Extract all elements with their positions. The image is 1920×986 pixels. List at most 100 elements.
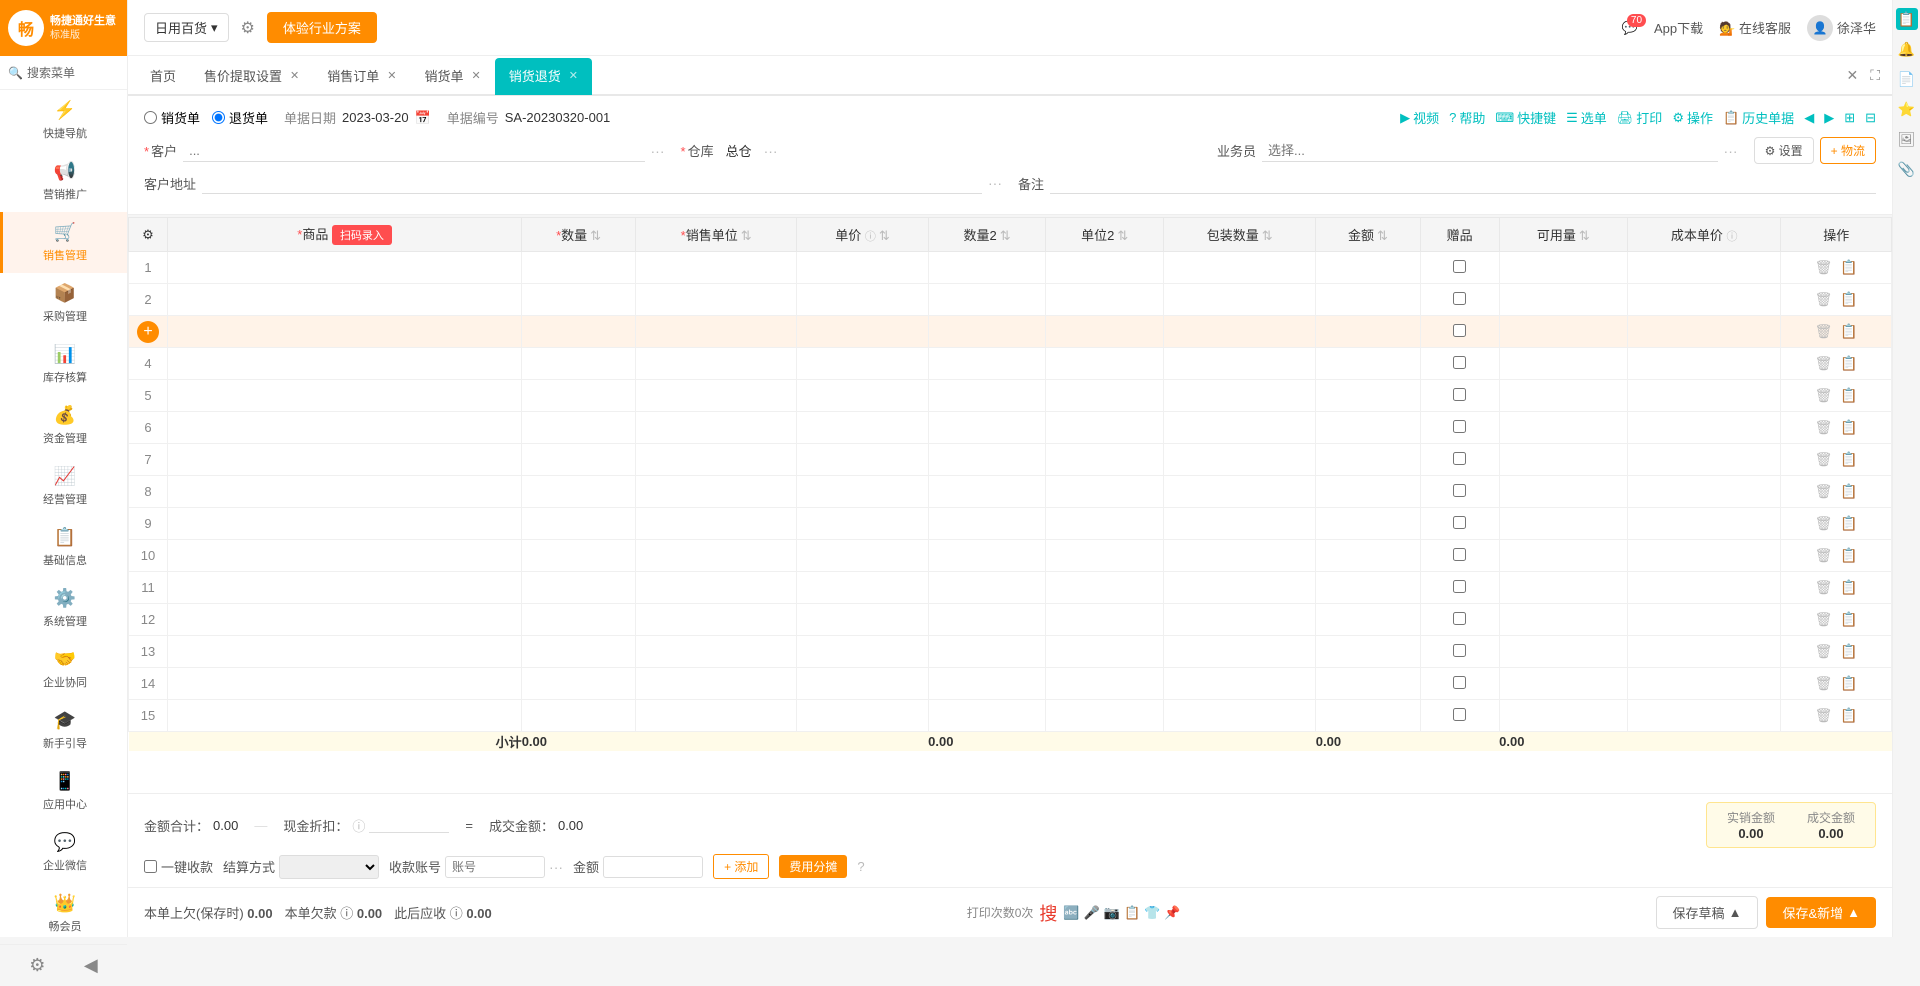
unit2-cell-11[interactable] [1046, 572, 1164, 604]
radio-return-label[interactable]: 退货单 [212, 108, 268, 127]
settings-icon[interactable]: ⚙ [29, 955, 45, 976]
cost-cell-13[interactable] [1627, 636, 1780, 668]
pkg-cell-3[interactable] [1164, 316, 1316, 348]
delete-icon-7[interactable]: 🗑 [1815, 451, 1833, 468]
amount-cell-6[interactable] [1316, 412, 1420, 444]
gift-cell-7[interactable] [1420, 444, 1499, 476]
tab-close-sales-order[interactable]: ✕ [387, 69, 396, 82]
available-cell-9[interactable] [1499, 508, 1627, 540]
right-panel-item-6[interactable]: 📎 [1896, 158, 1918, 180]
discount-input[interactable] [369, 817, 449, 833]
gift-check-11[interactable] [1453, 580, 1466, 593]
cost-cell-5[interactable] [1627, 380, 1780, 412]
unit-cell-14[interactable] [635, 668, 796, 700]
tool5[interactable]: 👕 [1144, 905, 1160, 921]
qty2-cell-1[interactable] [928, 252, 1046, 284]
qty-cell-4[interactable] [522, 348, 636, 380]
online-service[interactable]: 💁 在线客服 [1719, 18, 1791, 37]
price-cell-6[interactable] [797, 412, 928, 444]
address-selector[interactable]: ··· [988, 175, 1002, 191]
right-panel-item-1[interactable]: 📋 [1896, 8, 1918, 30]
pkg-cell-1[interactable] [1164, 252, 1316, 284]
copy-icon-12[interactable]: 📋 [1840, 611, 1857, 628]
cost-cell-11[interactable] [1627, 572, 1780, 604]
unit2-cell-10[interactable] [1046, 540, 1164, 572]
pkg-cell-14[interactable] [1164, 668, 1316, 700]
gift-check-10[interactable] [1453, 548, 1466, 561]
delete-icon-4[interactable]: 🗑 [1815, 355, 1833, 372]
gift-cell-4[interactable] [1420, 348, 1499, 380]
user-info[interactable]: 👤 徐泽华 [1807, 15, 1876, 41]
qty-cell-10[interactable] [522, 540, 636, 572]
amount-cell-12[interactable] [1316, 604, 1420, 636]
qty-cell-3[interactable] [522, 316, 636, 348]
logistics-btn[interactable]: + 物流 [1820, 137, 1876, 164]
qty2-cell-5[interactable] [928, 380, 1046, 412]
unit-cell-13[interactable] [635, 636, 796, 668]
unit-cell-9[interactable] [635, 508, 796, 540]
amount-input[interactable] [603, 856, 703, 878]
settings-topbar-icon[interactable]: ⚙ [241, 18, 255, 38]
goods-cell-3[interactable] [168, 316, 522, 348]
qty2-cell-15[interactable] [928, 700, 1046, 732]
copy-icon-7[interactable]: 📋 [1840, 451, 1857, 468]
qty-cell-11[interactable] [522, 572, 636, 604]
sidebar-item-shortcut[interactable]: ⚡快捷导航 [0, 90, 127, 151]
delete-icon-3[interactable]: 🗑 [1815, 323, 1833, 340]
sidebar-item-inventory[interactable]: 📊库存核算 [0, 334, 127, 395]
amount-cell-15[interactable] [1316, 700, 1420, 732]
gift-check-2[interactable] [1453, 292, 1466, 305]
col-setting[interactable]: ⚙ [129, 218, 168, 252]
available-cell-10[interactable] [1499, 540, 1627, 572]
sidebar-item-wechat[interactable]: 💬企业微信 [0, 822, 127, 883]
cost-cell-15[interactable] [1627, 700, 1780, 732]
price-cell-7[interactable] [797, 444, 928, 476]
gift-check-15[interactable] [1453, 708, 1466, 721]
gift-check-8[interactable] [1453, 484, 1466, 497]
pkg-cell-9[interactable] [1164, 508, 1316, 540]
pkg-cell-10[interactable] [1164, 540, 1316, 572]
price-cell-1[interactable] [797, 252, 928, 284]
gift-cell-11[interactable] [1420, 572, 1499, 604]
calendar-icon[interactable]: 📅 [415, 110, 431, 126]
amount-cell-1[interactable] [1316, 252, 1420, 284]
remark-input[interactable] [1050, 172, 1876, 194]
gift-check-12[interactable] [1453, 612, 1466, 625]
tab-sales-order[interactable]: 销售订单✕ [313, 58, 410, 95]
cost-cell-14[interactable] [1627, 668, 1780, 700]
tool4[interactable]: 📋 [1124, 905, 1140, 921]
sidebar-item-newbie[interactable]: 🎓新手引导 [0, 700, 127, 761]
amount-cell-9[interactable] [1316, 508, 1420, 540]
tool6[interactable]: 📌 [1164, 905, 1180, 921]
delete-icon-2[interactable]: 🗑 [1815, 291, 1833, 308]
available-cell-3[interactable] [1499, 316, 1627, 348]
gift-cell-1[interactable] [1420, 252, 1499, 284]
one-click-payment-check[interactable] [144, 860, 157, 873]
qty-cell-14[interactable] [522, 668, 636, 700]
shortcut-link[interactable]: ⌨ 快捷键 [1495, 108, 1556, 127]
cost-cell-12[interactable] [1627, 604, 1780, 636]
right-panel-item-4[interactable]: ⭐ [1896, 98, 1918, 120]
qty2-cell-2[interactable] [928, 284, 1046, 316]
cost-cell-9[interactable] [1627, 508, 1780, 540]
delete-icon-6[interactable]: 🗑 [1815, 419, 1833, 436]
unit2-cell-1[interactable] [1046, 252, 1164, 284]
right-panel-item-5[interactable]: 🖼 [1896, 128, 1918, 150]
select-link[interactable]: ☰ 选单 [1566, 108, 1607, 127]
video-link[interactable]: ▶ 视频 [1400, 108, 1439, 127]
one-click-payment-label[interactable]: 一键收款 [144, 857, 213, 876]
amount-cell-10[interactable] [1316, 540, 1420, 572]
address-input[interactable] [202, 172, 982, 194]
unit-cell-10[interactable] [635, 540, 796, 572]
copy-icon-5[interactable]: 📋 [1840, 387, 1857, 404]
price-cell-13[interactable] [797, 636, 928, 668]
gift-check-3[interactable] [1453, 324, 1466, 337]
qty-cell-13[interactable] [522, 636, 636, 668]
sidebar-item-sales[interactable]: 🛒销售管理 [0, 212, 127, 273]
gift-cell-10[interactable] [1420, 540, 1499, 572]
gift-check-13[interactable] [1453, 644, 1466, 657]
qty-cell-8[interactable] [522, 476, 636, 508]
app-download[interactable]: App下载 [1654, 18, 1703, 37]
price-cell-2[interactable] [797, 284, 928, 316]
expense-split-btn[interactable]: 费用分摊 [779, 855, 847, 878]
